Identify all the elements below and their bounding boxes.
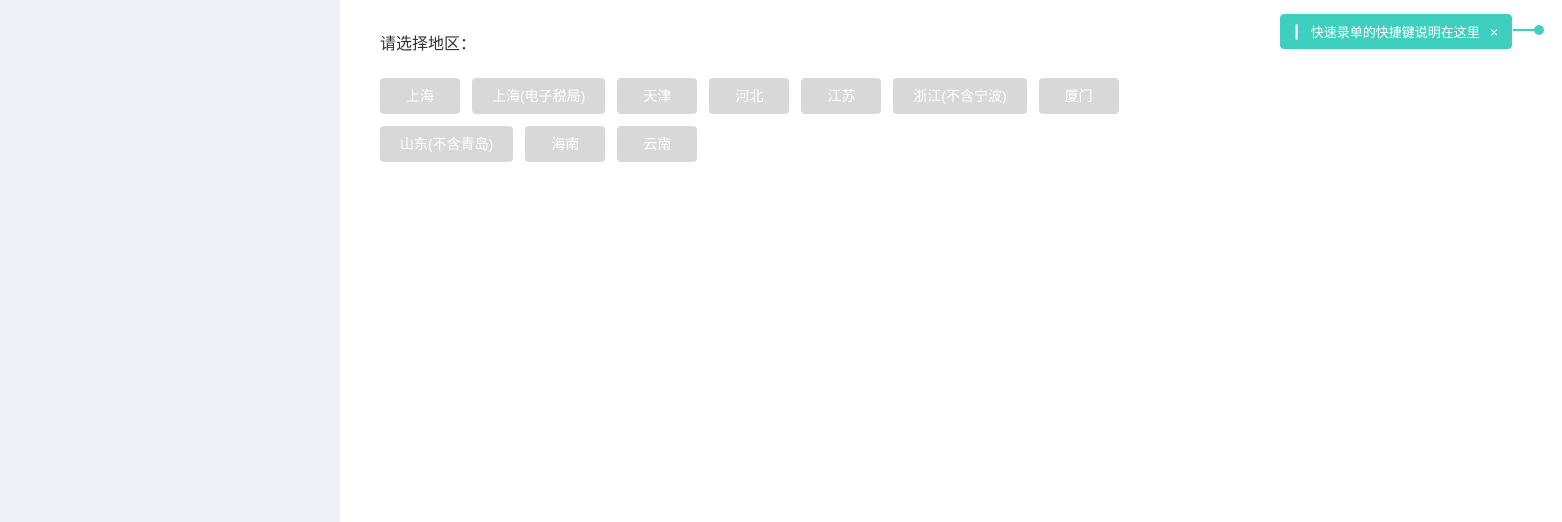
tooltip-text: 快速录单的快捷键说明在这里 bbox=[1311, 22, 1480, 41]
region-button[interactable]: 河北 bbox=[709, 78, 789, 114]
region-button[interactable]: 海南 bbox=[525, 126, 605, 162]
region-button[interactable]: 云南 bbox=[617, 126, 697, 162]
tooltip-line bbox=[1513, 29, 1535, 31]
region-buttons-row-2: 山东(不含青岛) 海南云南 bbox=[380, 126, 1522, 162]
tooltip-dot bbox=[1534, 25, 1544, 35]
region-button[interactable]: 江苏 bbox=[801, 78, 881, 114]
tooltip-close-button[interactable]: × bbox=[1490, 25, 1498, 39]
region-button[interactable]: 天津 bbox=[617, 78, 697, 114]
left-sidebar bbox=[0, 0, 340, 522]
tooltip-banner: 快速录单的快捷键说明在这里 × bbox=[1280, 14, 1512, 49]
main-content: 请选择地区： 上海上海(电子税局)天津河北江苏浙江(不含宁波)厦门 山东(不含青… bbox=[340, 0, 1562, 522]
region-button[interactable]: 厦门 bbox=[1039, 78, 1119, 114]
region-button[interactable]: 山东(不含青岛) bbox=[380, 126, 513, 162]
region-button[interactable]: 上海(电子税局) bbox=[472, 78, 605, 114]
region-button[interactable]: 上海 bbox=[380, 78, 460, 114]
region-buttons-row-1: 上海上海(电子税局) 天津河北江苏浙江(不含宁波) 厦门 bbox=[380, 78, 1522, 114]
region-button[interactable]: 浙江(不含宁波) bbox=[893, 78, 1026, 114]
